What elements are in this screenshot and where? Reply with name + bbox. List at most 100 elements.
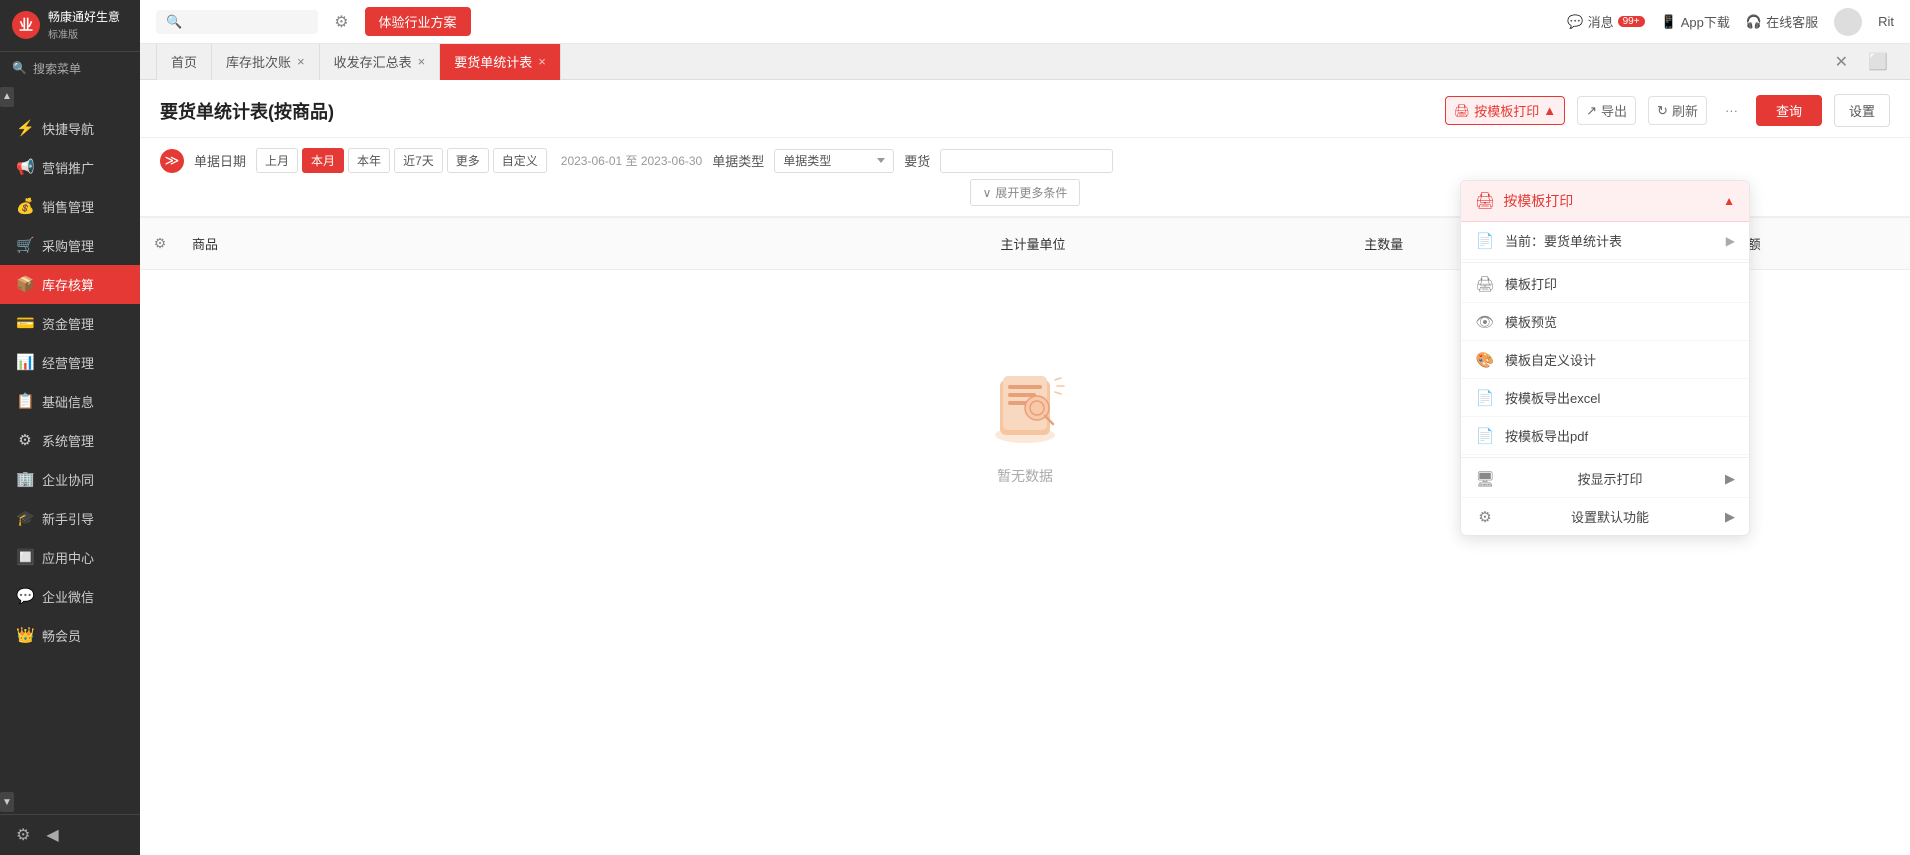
dropdown-item-set-default[interactable]: ⚙ 设置默认功能 ▶	[1461, 498, 1749, 535]
app-center-icon: 🔲	[16, 548, 34, 566]
expand-conditions-label: 展开更多条件	[995, 184, 1067, 201]
sidebar-search-label: 搜索菜单	[33, 60, 81, 77]
topbar-search-input[interactable]	[188, 15, 308, 29]
topbar-search-box[interactable]: 🔍	[156, 10, 318, 34]
expand-conditions-button[interactable]: ∨ 展开更多条件	[970, 179, 1081, 206]
topbar-app-download[interactable]: 📱 App下载	[1661, 12, 1730, 31]
dropdown-header-text: 按模板打印	[1503, 191, 1723, 211]
tab-receivables-close[interactable]: ×	[418, 54, 426, 69]
tab-order-stats-close[interactable]: ×	[538, 54, 546, 69]
tab-inventory-batch[interactable]: 库存批次账 ×	[212, 44, 320, 80]
message-badge: 99+	[1618, 16, 1645, 27]
print-template-button[interactable]: 🖨 按模板打印 ▲	[1445, 96, 1565, 125]
tab-inventory-batch-close[interactable]: ×	[297, 54, 305, 69]
filter-expand-icon[interactable]: ≫	[160, 149, 184, 173]
dropdown-item-export-excel[interactable]: 📄 按模板导出excel	[1461, 379, 1749, 417]
dropdown-header[interactable]: 🖨 按模板打印 ▲	[1461, 181, 1749, 222]
date-btn-more[interactable]: 更多	[447, 148, 489, 173]
sidebar-item-label: 系统管理	[42, 431, 94, 450]
template-custom-label: 模板自定义设计	[1505, 350, 1596, 369]
sidebar-search[interactable]: 🔍 搜索菜单	[0, 52, 140, 85]
dropdown-current-template[interactable]: 📄 当前：要货单统计表 ▶	[1461, 222, 1749, 260]
export-pdf-icon: 📄	[1475, 427, 1495, 445]
tab-close-window-btn[interactable]: ✕	[1829, 50, 1854, 74]
date-btn-prev-month[interactable]: 上月	[256, 148, 298, 173]
topbar-gear-icon[interactable]: ⚙	[330, 8, 352, 36]
main-area: 🔍 ⚙ 体验行业方案 💬 消息 99+ 📱 App下载 🎧 在线客服 Rit	[140, 0, 1910, 855]
collapse-icon[interactable]: ◀	[46, 825, 58, 845]
sidebar-item-operation[interactable]: 📊 经营管理	[0, 343, 140, 382]
date-btn-current-year[interactable]: 本年	[348, 148, 390, 173]
sidebar-item-app-center[interactable]: 🔲 应用中心	[0, 538, 140, 577]
dropdown-item-template-print[interactable]: 🖨 模板打印	[1461, 265, 1749, 303]
current-template-label: 当前：要货单统计表	[1505, 231, 1622, 250]
tab-order-stats[interactable]: 要货单统计表 ×	[440, 44, 561, 80]
sidebar-item-basic[interactable]: 📋 基础信息	[0, 382, 140, 421]
enterprise-wechat-icon: 💬	[16, 587, 34, 605]
sidebar-item-system[interactable]: ⚙ 系统管理	[0, 421, 140, 460]
topbar-avatar[interactable]	[1834, 8, 1862, 36]
sidebar-scroll-up[interactable]: ▲	[0, 87, 14, 107]
sidebar-item-finance[interactable]: 💳 资金管理	[0, 304, 140, 343]
dropdown-item-template-custom[interactable]: 🎨 模板自定义设计	[1461, 341, 1749, 379]
system-icon: ⚙	[16, 431, 34, 449]
date-btn-current-month[interactable]: 本月	[302, 148, 344, 173]
empty-text: 暂无数据	[997, 466, 1053, 486]
date-filter-buttons: 上月 本月 本年 近7天 更多 自定义	[256, 148, 547, 173]
tab-home[interactable]: 首页	[156, 44, 212, 80]
sidebar-item-label: 资金管理	[42, 314, 94, 333]
template-custom-icon: 🎨	[1475, 351, 1495, 369]
display-print-label: 按显示打印	[1577, 469, 1642, 488]
topbar-online-service[interactable]: 🎧 在线客服	[1746, 12, 1818, 31]
sidebar-item-label: 经营管理	[42, 353, 94, 372]
refresh-button[interactable]: ↻ 刷新	[1648, 96, 1707, 125]
tab-maximize-btn[interactable]: ⬜	[1862, 50, 1894, 74]
tab-receivables-label: 收发存汇总表	[334, 52, 412, 71]
sidebar-item-purchase[interactable]: 🛒 采购管理	[0, 226, 140, 265]
query-button[interactable]: 查询	[1756, 95, 1822, 126]
dropdown-item-display-print[interactable]: 🖥 按显示打印 ▶	[1461, 460, 1749, 498]
settings-icon[interactable]: ⚙	[16, 825, 30, 845]
more-options-button[interactable]: ···	[1719, 99, 1744, 122]
sidebar-item-inventory[interactable]: 📦 库存核算	[0, 265, 140, 304]
sidebar-item-quick-nav[interactable]: ⚡ 快捷导航	[0, 109, 140, 148]
tabs-bar: 首页 库存批次账 × 收发存汇总表 × 要货单统计表 × ✕ ⬜	[140, 44, 1910, 80]
filter-row: ≫ 单据日期 上月 本月 本年 近7天 更多 自定义 2023-06-01 至 …	[160, 148, 1890, 173]
table-settings-icon[interactable]: ⚙	[154, 235, 167, 251]
dropdown-header-arrow-icon: ▲	[1723, 194, 1735, 208]
sidebar-item-sales[interactable]: 💰 销售管理	[0, 187, 140, 226]
sidebar-item-label: 快捷导航	[42, 119, 94, 138]
online-service-label: 在线客服	[1766, 12, 1818, 31]
sidebar-item-enterprise[interactable]: 🏢 企业协同	[0, 460, 140, 499]
tab-receivables[interactable]: 收发存汇总表 ×	[320, 44, 441, 80]
export-button[interactable]: ↗ 导出	[1577, 96, 1636, 125]
sidebar-scroll-down[interactable]: ▼	[0, 792, 14, 812]
page-header: 要货单统计表(按商品) 🖨 按模板打印 ▲ ↗ 导出 ↻ 刷新	[140, 80, 1910, 138]
print-dropdown-menu: 🖨 按模板打印 ▲ 📄 当前：要货单统计表 ▶ 🖨 模板打印 👁 模板预览 🎨 …	[1460, 180, 1750, 536]
settings-button[interactable]: 设置	[1834, 94, 1890, 127]
topbar-messages[interactable]: 💬 消息 99+	[1567, 12, 1644, 31]
sidebar-item-marketing[interactable]: 📢 营销推广	[0, 148, 140, 187]
dropdown-item-template-preview[interactable]: 👁 模板预览	[1461, 303, 1749, 341]
dropdown-item-export-pdf[interactable]: 📄 按模板导出pdf	[1461, 417, 1749, 455]
app-logo-icon: 业	[12, 11, 40, 39]
refresh-icon: ↻	[1657, 103, 1668, 119]
message-icon: 💬	[1567, 14, 1583, 30]
enterprise-icon: 🏢	[16, 470, 34, 488]
refresh-label: 刷新	[1672, 101, 1698, 120]
trial-button[interactable]: 体验行业方案	[365, 7, 471, 36]
sidebar-item-enterprise-wechat[interactable]: 💬 企业微信	[0, 577, 140, 616]
sidebar-item-members[interactable]: 👑 畅会员	[0, 616, 140, 655]
set-default-icon: ⚙	[1475, 508, 1495, 526]
order-type-select[interactable]: 单据类型	[774, 149, 894, 173]
page-title: 要货单统计表(按商品)	[160, 98, 334, 124]
topbar-username: Rit	[1878, 14, 1894, 29]
expand-icon: ∨	[983, 186, 992, 200]
topbar-search-icon: 🔍	[166, 14, 182, 30]
display-print-icon: 🖥	[1475, 470, 1495, 488]
sidebar-item-guide[interactable]: 🎓 新手引导	[0, 499, 140, 538]
date-btn-custom[interactable]: 自定义	[493, 148, 547, 173]
goods-filter-input[interactable]	[940, 149, 1113, 173]
export-icon: ↗	[1586, 103, 1597, 119]
date-btn-last7days[interactable]: 近7天	[394, 148, 443, 173]
